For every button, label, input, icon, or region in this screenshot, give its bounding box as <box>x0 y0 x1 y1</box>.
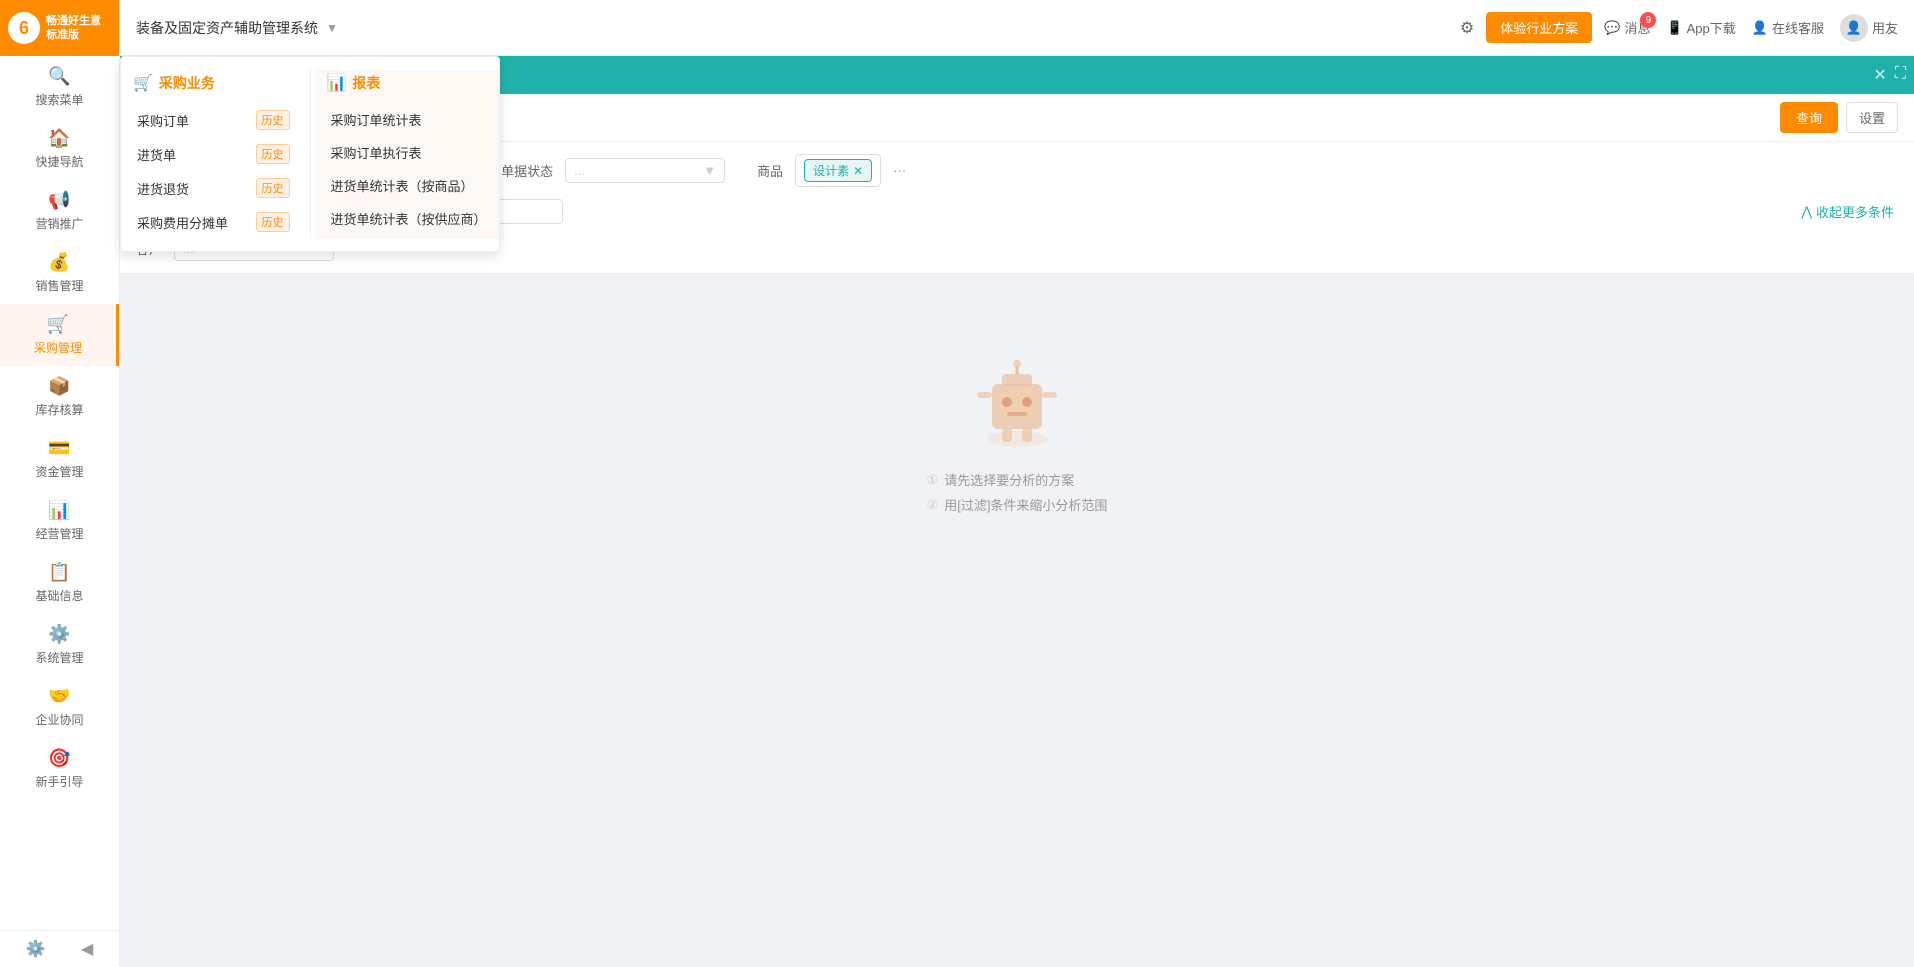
basicinfo-icon: 📋 <box>48 562 70 583</box>
dropdown-item-return[interactable]: 进货退货 历史 <box>133 171 294 205</box>
status-input[interactable]: ... ▼ <box>565 158 725 183</box>
system-title: 装备及固定资产辅助管理系统 ▼ <box>136 18 1448 38</box>
dropdown-item-incoming[interactable]: 进货单 历史 <box>133 137 294 171</box>
message-badge: 9 <box>1640 12 1656 28</box>
sidebar-item-operations[interactable]: 📊 经营管理 <box>0 490 119 552</box>
section-divider <box>310 69 311 239</box>
sidebar: 6 畅通好生意 标准版 🔍 搜索菜单 🏠 快捷导航 📢 营销推广 💰 销售管理 … <box>0 0 120 967</box>
search-icon: 🔍 <box>48 66 70 87</box>
sidebar-item-basicinfo[interactable]: 📋 基础信息 <box>0 552 119 614</box>
report-section-title: 📊 报表 <box>327 69 488 103</box>
service-icon: 👤 <box>1752 20 1768 36</box>
finance-icon: 💳 <box>48 438 70 459</box>
sidebar-item-purchase[interactable]: 🛒 采购管理 <box>0 304 119 366</box>
toolbar-right: 查询 设置 <box>1780 102 1898 133</box>
close-all-icon[interactable]: ✕ <box>1873 65 1886 85</box>
sidebar-item-sales[interactable]: 💰 销售管理 <box>0 242 119 304</box>
home-icon: 🏠 <box>48 128 70 149</box>
sidebar-item-guide[interactable]: 🎯 新手引导 <box>0 738 119 800</box>
title-arrow: ▼ <box>326 21 338 35</box>
settings-btn[interactable]: 设置 <box>1846 102 1898 133</box>
empty-text: ①请先选择要分析的方案 ②用[过滤]条件来缩小分析范围 <box>927 470 1108 520</box>
logo-icon: 6 <box>8 12 40 44</box>
sidebar-collapse-btn[interactable]: ◀ <box>81 939 93 959</box>
avatar: 👤 <box>1840 14 1868 42</box>
sales-icon: 💰 <box>48 252 70 273</box>
phone-icon: 📱 <box>1666 20 1682 36</box>
purchase-dropdown: 🛒 采购业务 采购订单 历史 进货单 历史 进货退货 历史 采购费用分摊单 历史 <box>120 56 500 252</box>
sidebar-item-cooperation[interactable]: 🤝 企业协同 <box>0 676 119 738</box>
dropdown-menu: 🛒 采购业务 采购订单 历史 进货单 历史 进货退货 历史 采购费用分摊单 历史 <box>120 56 500 252</box>
goods-tag-remove[interactable]: ✕ <box>853 164 863 178</box>
goods-tag: 设计素 ✕ <box>804 159 872 182</box>
sidebar-bottom: ⚙️ ◀ <box>0 930 119 967</box>
guide-icon: 🎯 <box>48 748 70 769</box>
industry-btn[interactable]: 体验行业方案 <box>1486 12 1592 43</box>
empty-illustration <box>957 354 1077 454</box>
status-arrow: ▼ <box>703 163 716 178</box>
dropdown-item-incoming-by-supplier[interactable]: 进货单统计表（按供应商） <box>327 202 488 235</box>
dropdown-item-incoming-by-goods[interactable]: 进货单统计表（按商品） <box>327 169 488 202</box>
logo: 6 畅通好生意 标准版 <box>0 0 119 56</box>
sidebar-item-finance[interactable]: 💳 资金管理 <box>0 428 119 490</box>
goods-dots[interactable]: ··· <box>893 163 906 178</box>
sidebar-item-marketing[interactable]: 📢 营销推广 <box>0 180 119 242</box>
history-badge-1: 历史 <box>256 144 290 164</box>
history-badge-0: 历史 <box>256 110 290 130</box>
sidebar-settings-btn[interactable]: ⚙️ <box>26 939 46 959</box>
sidebar-item-quicknav[interactable]: 🏠 快捷导航 <box>0 118 119 180</box>
inventory-icon: 📦 <box>48 376 70 397</box>
topbar: 装备及固定资产辅助管理系统 ▼ ⚙ 体验行业方案 💬 9 消息 📱 App下载 … <box>120 0 1914 56</box>
topbar-right: 💬 9 消息 📱 App下载 👤 在线客服 👤 用友 <box>1604 14 1898 42</box>
report-section-icon: 📊 <box>327 73 347 93</box>
robot-svg <box>957 354 1077 454</box>
collapse-btn[interactable]: ⋀ 收起更多条件 <box>1797 198 1898 225</box>
online-service-btn[interactable]: 👤 在线客服 <box>1752 18 1824 37</box>
sidebar-menu: 🔍 搜索菜单 🏠 快捷导航 📢 营销推广 💰 销售管理 🛒 采购管理 📦 库存核… <box>0 56 119 930</box>
history-badge-3: 历史 <box>256 212 290 232</box>
marketing-icon: 📢 <box>48 190 70 211</box>
purchase-section: 🛒 采购业务 采购订单 历史 进货单 历史 进货退货 历史 采购费用分摊单 历史 <box>121 69 306 239</box>
tabs-controls: ✕ ⛶ <box>1873 65 1906 85</box>
dropdown-item-order-stats[interactable]: 采购订单统计表 <box>327 103 488 136</box>
sidebar-item-search[interactable]: 🔍 搜索菜单 <box>0 56 119 118</box>
status-label: 单据状态 <box>501 161 553 180</box>
report-section: 📊 报表 采购订单统计表 采购订单执行表 进货单统计表（按商品） 进货单统计表（… <box>315 69 500 239</box>
empty-state: ①请先选择要分析的方案 ②用[过滤]条件来缩小分析范围 <box>120 274 1914 600</box>
sidebar-item-inventory[interactable]: 📦 库存核算 <box>0 366 119 428</box>
history-badge-2: 历史 <box>256 178 290 198</box>
sidebar-item-system[interactable]: ⚙️ 系统管理 <box>0 614 119 676</box>
expand-icon[interactable]: ⛶ <box>1895 65 1906 85</box>
logo-text: 畅通好生意 标准版 <box>46 14 101 43</box>
dropdown-item-purchase-order[interactable]: 采购订单 历史 <box>133 103 294 137</box>
goods-label: 商品 <box>757 161 783 180</box>
operations-icon: 📊 <box>48 500 70 521</box>
settings-icon[interactable]: ⚙ <box>1460 18 1474 38</box>
dropdown-item-expense[interactable]: 采购费用分摊单 历史 <box>133 205 294 239</box>
cooperation-icon: 🤝 <box>48 686 70 707</box>
dropdown-item-order-exec[interactable]: 采购订单执行表 <box>327 136 488 169</box>
purchase-icon: 🛒 <box>47 314 69 335</box>
query-btn[interactable]: 查询 <box>1780 102 1838 133</box>
app-download-btn[interactable]: 📱 App下载 <box>1666 18 1735 37</box>
user-btn[interactable]: 👤 用友 <box>1840 14 1898 42</box>
purchase-section-icon: 🛒 <box>133 73 153 93</box>
goods-input[interactable]: 设计素 ✕ <box>795 154 881 187</box>
collapse-up-icon: ⋀ <box>1801 204 1812 220</box>
message-btn[interactable]: 💬 9 消息 <box>1604 18 1650 37</box>
message-icon: 💬 <box>1604 20 1620 36</box>
system-icon: ⚙️ <box>48 624 70 645</box>
purchase-section-title: 🛒 采购业务 <box>133 69 294 103</box>
